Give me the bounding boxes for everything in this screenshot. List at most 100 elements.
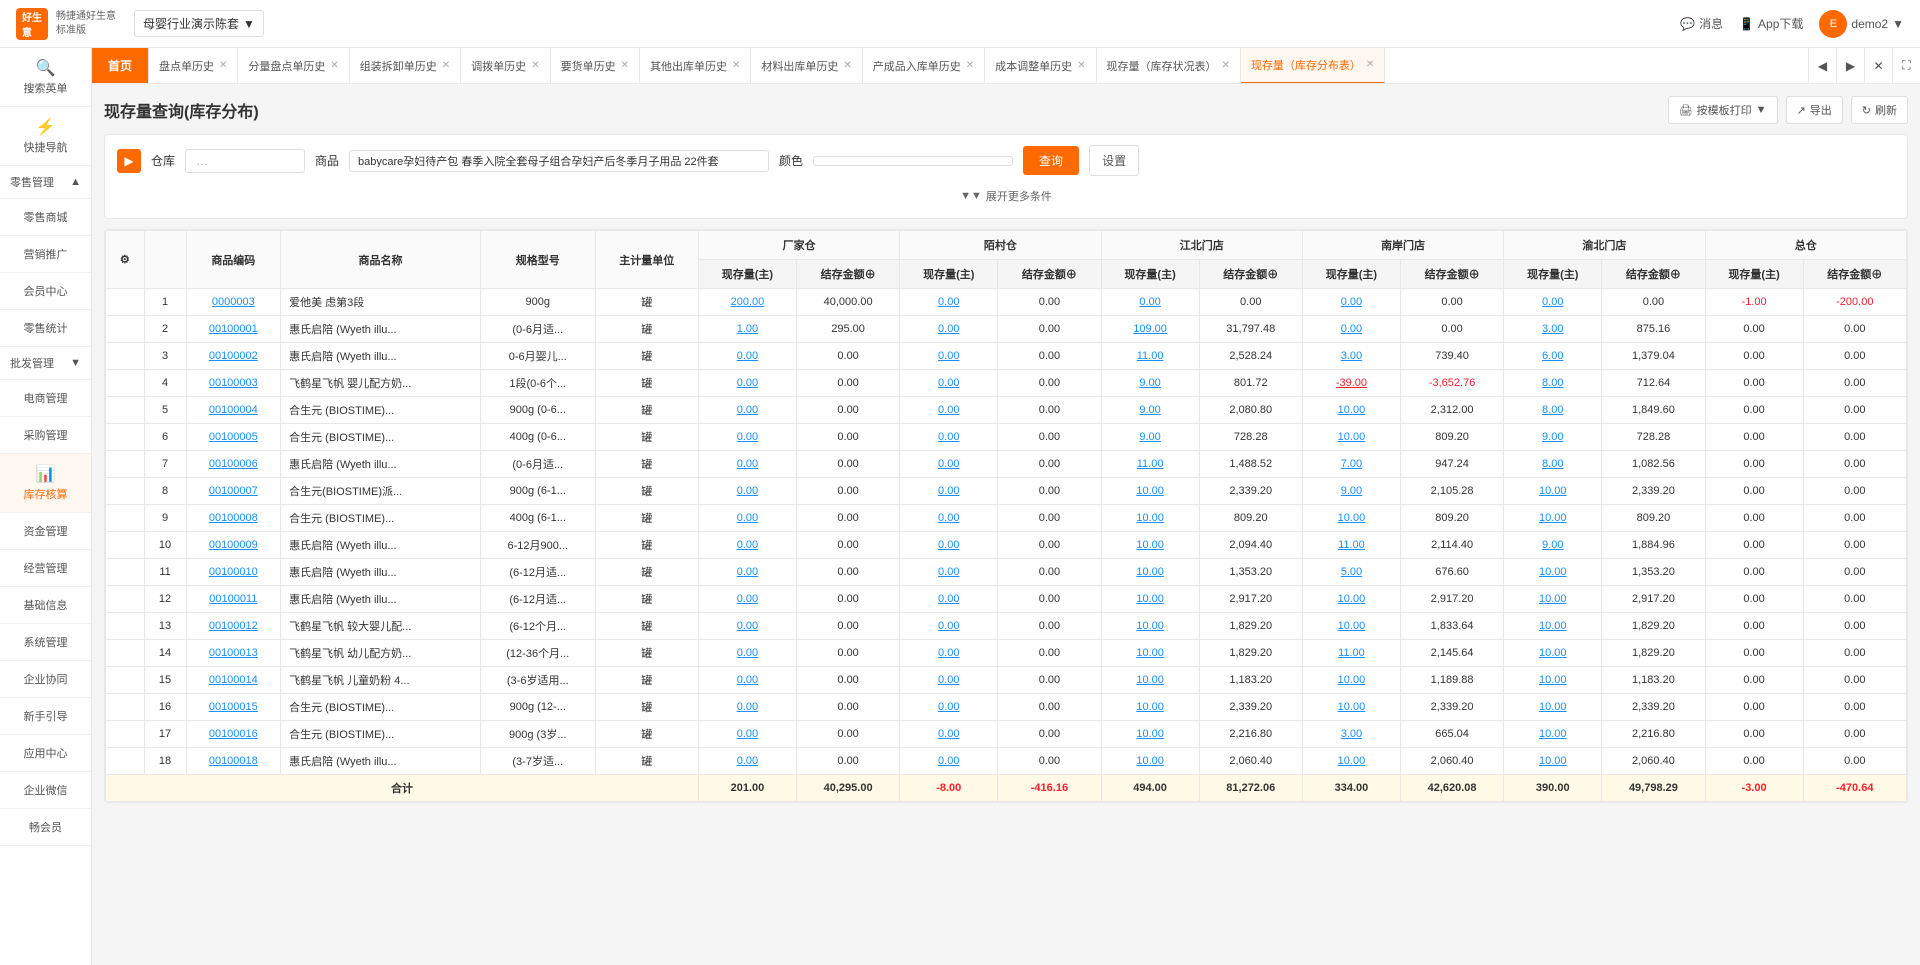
tab-prev-btn[interactable]: ◀ <box>1808 48 1836 84</box>
sidebar-item-ecommerce[interactable]: 电商管理 <box>0 380 91 417</box>
code-link[interactable]: 00100018 <box>209 755 258 767</box>
sidebar-item-purchase[interactable]: 采购管理 <box>0 417 91 454</box>
code-link[interactable]: 00100007 <box>209 485 258 497</box>
tab-cost-adjust[interactable]: 成本调整单历史 ✕ <box>985 48 1096 84</box>
print-label: 按模板打印 <box>1697 102 1752 118</box>
td-wh4-qty: 3.00 <box>1302 721 1400 748</box>
app-download-btn[interactable]: 📱 App下载 <box>1739 15 1803 32</box>
product-input[interactable] <box>358 155 718 167</box>
tab-close-icon8[interactable]: ✕ <box>966 60 974 71</box>
code-link[interactable]: 00100008 <box>209 512 258 524</box>
td-wh1-qty: 0.00 <box>698 343 796 370</box>
code-link[interactable]: 00100016 <box>209 728 258 740</box>
sidebar-item-quicknav[interactable]: ⚡ 快捷导航 <box>0 107 91 166</box>
sidebar-item-marketing[interactable]: 营销推广 <box>0 236 91 273</box>
td-name: 飞鹤星飞帆 婴儿配方奶... <box>281 370 481 397</box>
sidebar-item-operation[interactable]: 经营管理 <box>0 550 91 587</box>
td-wh5-qty: 8.00 <box>1504 397 1602 424</box>
sidebar-item-wechat[interactable]: 企业微信 <box>0 772 91 809</box>
color-input-wrap[interactable] <box>813 156 1013 166</box>
sidebar-item-system[interactable]: 系统管理 <box>0 624 91 661</box>
expand-conditions-btn[interactable]: ▼▼ 展开更多条件 <box>952 184 1060 208</box>
sidebar-item-retail-shop[interactable]: 零售商城 <box>0 199 91 236</box>
org-dropdown[interactable]: 母婴行业演示陈套 ▼ <box>134 10 264 37</box>
user-menu[interactable]: E demo2 ▼ <box>1819 10 1904 38</box>
code-link[interactable]: 00100004 <box>209 404 258 416</box>
tab-close-icon[interactable]: ✕ <box>219 60 227 71</box>
tab-product-in[interactable]: 产成品入库单历史 ✕ <box>863 48 985 84</box>
tab-home[interactable]: 首页 <box>92 48 149 84</box>
td-wh3-qty: 10.00 <box>1101 559 1199 586</box>
tab-partial-check[interactable]: 分量盘点单历史 ✕ <box>238 48 349 84</box>
code-link[interactable]: 00100003 <box>209 377 258 389</box>
code-link[interactable]: 00100011 <box>209 593 257 605</box>
code-link[interactable]: 00100014 <box>209 674 258 686</box>
tab-close-icon2[interactable]: ✕ <box>330 60 338 71</box>
tab-close-icon4[interactable]: ✕ <box>531 60 539 71</box>
sidebar-item-appcenter[interactable]: 应用中心 <box>0 735 91 772</box>
sidebar-item-finance[interactable]: 资金管理 <box>0 513 91 550</box>
tab-inventory-check[interactable]: 盘点单历史 ✕ <box>149 48 238 84</box>
code-link[interactable]: 00100015 <box>209 701 258 713</box>
tab-other-out[interactable]: 其他出库单历史 ✕ <box>640 48 751 84</box>
td-unit: 罐 <box>595 667 698 694</box>
td-no: 6 <box>144 424 186 451</box>
td-wh4-qty: 10.00 <box>1302 613 1400 640</box>
code-link[interactable]: 00100013 <box>209 647 258 659</box>
code-link[interactable]: 00100010 <box>209 566 258 578</box>
message-btn[interactable]: 💬 消息 <box>1680 15 1723 32</box>
td-no: 17 <box>144 721 186 748</box>
tab-close-icon5[interactable]: ✕ <box>621 60 629 71</box>
code-link[interactable]: 00100012 <box>209 620 258 632</box>
td-no: 1 <box>144 289 186 316</box>
sidebar-item-newguide[interactable]: 新手引导 <box>0 698 91 735</box>
sidebar-item-enterprise[interactable]: 企业协同 <box>0 661 91 698</box>
sidebar-item-inventory[interactable]: 📊 库存核算 <box>0 454 91 513</box>
tab-stock-status[interactable]: 现存量（库存状况表） ✕ <box>1097 48 1241 84</box>
td-total-amt: 0.00 <box>1803 532 1906 559</box>
sidebar-item-retail-stats[interactable]: 零售统计 <box>0 310 91 347</box>
sidebar-item-member2[interactable]: 畅会员 <box>0 809 91 846</box>
sidebar-item-member[interactable]: 会员中心 <box>0 273 91 310</box>
sidebar-item-search[interactable]: 🔍 搜索英单 <box>0 48 91 107</box>
code-link[interactable]: 00100005 <box>209 431 258 443</box>
tab-transfer[interactable]: 调拨单历史 ✕ <box>461 48 550 84</box>
sidebar-retail-header[interactable]: 零售管理 ▲ <box>0 166 91 199</box>
code-link[interactable]: 00100006 <box>209 458 258 470</box>
sidebar-wholesale-header[interactable]: 批发管理 ▼ <box>0 347 91 380</box>
tab-order[interactable]: 要货单历史 ✕ <box>551 48 640 84</box>
refresh-btn[interactable]: ↻ 刷新 <box>1851 96 1908 124</box>
tab-expand-btn[interactable]: ⛶ <box>1892 48 1920 84</box>
tab-close-icon11[interactable]: ✕ <box>1366 59 1374 70</box>
tab-close-all-btn[interactable]: ✕ <box>1864 48 1892 84</box>
tab-next-btn[interactable]: ▶ <box>1836 48 1864 84</box>
td-no: 2 <box>144 316 186 343</box>
td-wh1-qty: 200.00 <box>698 289 796 316</box>
code-link[interactable]: 00100002 <box>209 350 258 362</box>
code-link[interactable]: 00100001 <box>209 323 258 335</box>
tab-close-icon3[interactable]: ✕ <box>442 60 450 71</box>
query-btn[interactable]: 查询 <box>1023 146 1079 175</box>
td-wh3-qty: 10.00 <box>1101 667 1199 694</box>
tab-stock-dist[interactable]: 现存量（库存分布表） ✕ <box>1241 48 1385 84</box>
product-input-wrap[interactable] <box>349 150 769 172</box>
warehouse-input-wrap[interactable]: … <box>185 149 305 173</box>
tab-close-icon6[interactable]: ✕ <box>732 60 740 71</box>
th-gear[interactable]: ⚙ <box>106 231 145 289</box>
export-btn[interactable]: ↗ 导出 <box>1786 96 1843 124</box>
tab-close-icon10[interactable]: ✕ <box>1222 60 1230 71</box>
td-wh2-amt: 0.00 <box>998 289 1101 316</box>
tab-material-out[interactable]: 材料出库单历史 ✕ <box>751 48 862 84</box>
code-link[interactable]: 0000003 <box>212 296 255 308</box>
tab-close-icon9[interactable]: ✕ <box>1077 60 1085 71</box>
td-name: 惠氏启陪 (Wyeth illu... <box>281 748 481 775</box>
td-spec: (12-36个月... <box>480 640 595 667</box>
print-btn[interactable]: 🖨 按模板打印 ▼ <box>1668 96 1778 124</box>
setting-btn[interactable]: 设置 <box>1089 145 1139 176</box>
tab-assembly[interactable]: 组装拆卸单历史 ✕ <box>350 48 461 84</box>
sidebar-item-basic[interactable]: 基础信息 <box>0 587 91 624</box>
code-link[interactable]: 00100009 <box>209 539 258 551</box>
tab-close-icon7[interactable]: ✕ <box>843 60 851 71</box>
sidebar-item-basic-label: 基础信息 <box>6 597 85 613</box>
filter-expand-arrow[interactable]: ▶ <box>117 149 141 173</box>
